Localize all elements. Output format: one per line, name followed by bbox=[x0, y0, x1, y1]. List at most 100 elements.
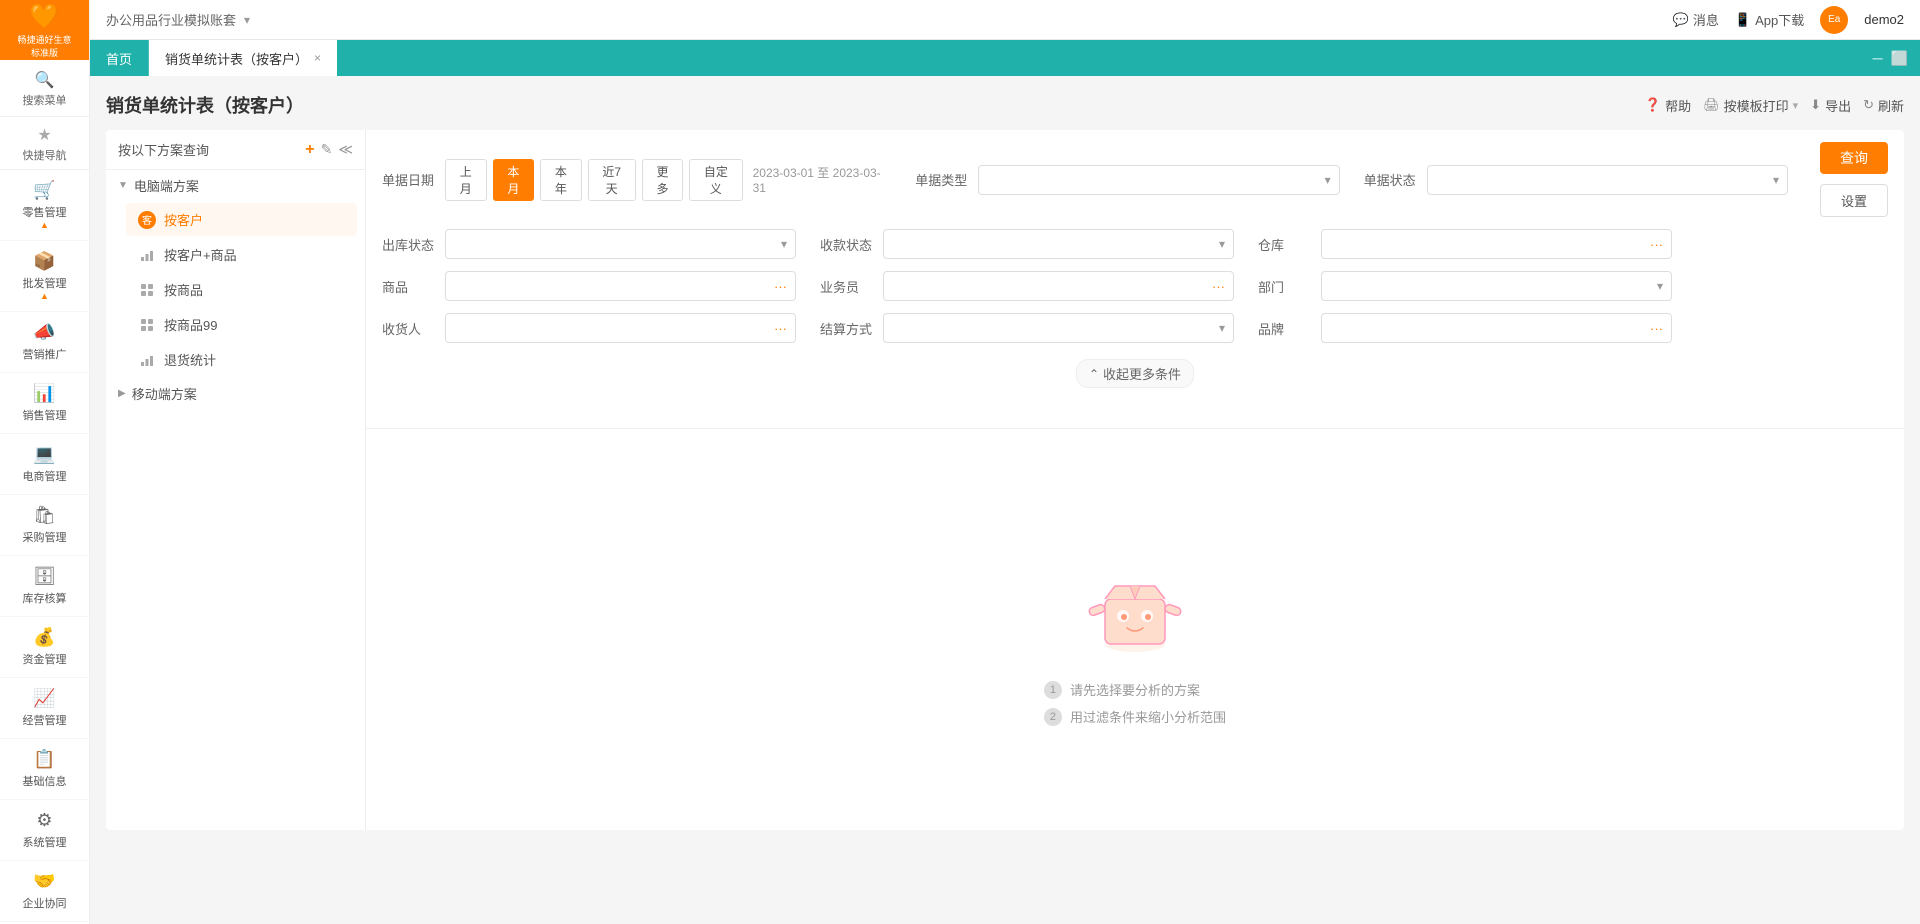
brand-input[interactable]: ··· bbox=[1321, 313, 1672, 343]
print-icon: 🖨 bbox=[1703, 97, 1720, 113]
purchase-icon: 🛍 bbox=[33, 505, 56, 526]
help-button[interactable]: ❓ 帮助 bbox=[1645, 96, 1691, 115]
message-button[interactable]: 💬 消息 bbox=[1673, 10, 1719, 29]
sidebar-item-system[interactable]: ⚙ 系统管理 bbox=[0, 800, 89, 861]
tab-report[interactable]: 销货单统计表（按客户） × bbox=[149, 40, 337, 76]
sidebar-item-sales[interactable]: 📊 销售管理 bbox=[0, 373, 89, 434]
doc-status-label: 单据状态 bbox=[1364, 170, 1419, 189]
goods-input[interactable]: ··· bbox=[445, 271, 796, 301]
tab-home[interactable]: 首页 bbox=[90, 40, 149, 76]
goods-field-label: 商品 bbox=[382, 277, 437, 296]
collapse-icon: ⌃ bbox=[1089, 367, 1099, 381]
sidebar-search[interactable]: 🔍 搜索菜单 bbox=[0, 60, 89, 117]
filter-row-3: 商品 ··· 业务员 ··· bbox=[382, 271, 1888, 301]
refresh-label: 刷新 bbox=[1878, 96, 1904, 115]
basic-label: 基础信息 bbox=[23, 773, 67, 789]
tab-close-icon[interactable]: × bbox=[314, 51, 321, 65]
scheme-panel: 按以下方案查询 + ✎ ≪ ▼ 电脑端方案 客 bbox=[106, 130, 366, 830]
sidebar-item-purchase[interactable]: 🛍 采购管理 bbox=[0, 495, 89, 556]
date-btn-more[interactable]: 更多 bbox=[642, 159, 684, 201]
out-status-label: 出库状态 bbox=[382, 235, 437, 254]
sidebar-item-collab[interactable]: 🤝 企业协同 bbox=[0, 861, 89, 922]
receiver-input[interactable]: ··· bbox=[445, 313, 796, 343]
brand-field: 品牌 ··· bbox=[1258, 313, 1672, 343]
scheme-collapse-icon[interactable]: ≪ bbox=[338, 141, 353, 158]
date-btn-last-month[interactable]: 上月 bbox=[445, 159, 487, 201]
out-status-select[interactable]: ▾ bbox=[445, 229, 796, 259]
staff-label: 业务员 bbox=[820, 277, 875, 296]
scheme-panel-header: 按以下方案查询 + ✎ ≪ bbox=[106, 130, 365, 170]
scheme-item-return[interactable]: 退货统计 bbox=[126, 343, 357, 376]
goods-dots-icon: ··· bbox=[774, 279, 787, 294]
filter-row-actions: ⌃ 收起更多条件 bbox=[382, 359, 1888, 388]
scheme-edit-icon[interactable]: ✎ bbox=[321, 141, 333, 158]
receive-status-arrow-icon: ▾ bbox=[1219, 237, 1225, 251]
scheme-item-goods[interactable]: 按商品 bbox=[126, 273, 357, 306]
sidebar-item-basic[interactable]: 📋 基础信息 bbox=[0, 739, 89, 800]
staff-input[interactable]: ··· bbox=[883, 271, 1234, 301]
topbar-left: 办公用品行业模拟账套 ▾ bbox=[106, 10, 250, 29]
doc-status-select[interactable]: ▾ bbox=[1427, 165, 1788, 195]
refresh-button[interactable]: ↻ 刷新 bbox=[1863, 96, 1904, 115]
refresh-icon: ↻ bbox=[1863, 97, 1874, 113]
date-group: 上月 本月 本年 近7天 更多 自定义 2023-03-01 至 2023-03… bbox=[445, 159, 891, 201]
settings-button[interactable]: 设置 bbox=[1820, 184, 1888, 217]
query-button[interactable]: 查询 bbox=[1820, 142, 1888, 174]
doc-type-field: 单据类型 ▾ bbox=[915, 165, 1339, 195]
date-btn-7days[interactable]: 近7天 bbox=[588, 159, 636, 201]
sidebar-logo: 🧡 畅捷通好生意 标准版 bbox=[0, 0, 90, 60]
settle-field: 结算方式 ▾ bbox=[820, 313, 1234, 343]
collab-label: 企业协同 bbox=[23, 895, 67, 911]
receive-status-label: 收款状态 bbox=[820, 235, 875, 254]
filter-separator bbox=[366, 428, 1904, 429]
sidebar-item-stock[interactable]: 🗄 库存核算 bbox=[0, 556, 89, 617]
purchase-label: 采购管理 bbox=[23, 529, 67, 545]
sidebar-item-ecom[interactable]: 💻 电商管理 bbox=[0, 434, 89, 495]
print-button[interactable]: 🖨 按模板打印 ▾ bbox=[1703, 96, 1798, 115]
sidebar-item-finance[interactable]: 💰 资金管理 bbox=[0, 617, 89, 678]
mobile-arrow-icon: ▶ bbox=[118, 388, 126, 399]
dept-select[interactable]: ▾ bbox=[1321, 271, 1672, 301]
page-actions: ❓ 帮助 🖨 按模板打印 ▾ ⬇ 导出 ↻ 刷新 bbox=[1645, 96, 1904, 115]
receive-status-select[interactable]: ▾ bbox=[883, 229, 1234, 259]
tab-min-icon[interactable]: ─ bbox=[1873, 50, 1883, 66]
sidebar-item-operation[interactable]: 📈 经营管理 bbox=[0, 678, 89, 739]
finance-label: 资金管理 bbox=[23, 651, 67, 667]
page-header: 销货单统计表（按客户） ❓ 帮助 🖨 按模板打印 ▾ ⬇ 导出 ↻ 刷新 bbox=[106, 92, 1904, 118]
sidebar-quick[interactable]: ★ 快捷导航 bbox=[0, 117, 89, 170]
doc-type-select[interactable]: ▾ bbox=[978, 165, 1339, 195]
app-download-button[interactable]: 📱 App下载 bbox=[1735, 10, 1804, 29]
scheme-add-icon[interactable]: + bbox=[305, 141, 314, 159]
tab-max-icon[interactable]: ⬜ bbox=[1891, 50, 1908, 67]
tab-home-label: 首页 bbox=[106, 49, 132, 68]
warehouse-input[interactable]: ··· bbox=[1321, 229, 1672, 259]
doc-type-arrow-icon: ▾ bbox=[1325, 173, 1331, 187]
logo-sub: 标准版 bbox=[31, 46, 58, 59]
scheme-item-customer-goods[interactable]: 按客户+商品 bbox=[126, 238, 357, 271]
settle-select[interactable]: ▾ bbox=[883, 313, 1234, 343]
ecom-icon: 💻 bbox=[33, 444, 55, 465]
query-actions: 查询 设置 bbox=[1804, 142, 1888, 217]
scheme-item-goods99[interactable]: 按商品99 bbox=[126, 308, 357, 341]
scheme-item-customer[interactable]: 客 按客户 bbox=[126, 203, 357, 236]
date-btn-this-year[interactable]: 本年 bbox=[540, 159, 582, 201]
export-button[interactable]: ⬇ 导出 bbox=[1810, 96, 1851, 115]
print-dropdown-icon[interactable]: ▾ bbox=[1793, 99, 1799, 112]
date-btn-this-month[interactable]: 本月 bbox=[493, 159, 535, 201]
sidebar-item-marketing[interactable]: 📣 营销推广 bbox=[0, 312, 89, 373]
logo-text: 畅捷通好生意 bbox=[17, 33, 71, 46]
sidebar-search-label: 搜索菜单 bbox=[23, 92, 67, 108]
desktop-category[interactable]: ▼ 电脑端方案 bbox=[106, 170, 365, 201]
receiver-dots-icon: ··· bbox=[774, 321, 787, 336]
date-btn-custom[interactable]: 自定义 bbox=[689, 159, 742, 201]
settle-label: 结算方式 bbox=[820, 319, 875, 338]
mobile-category[interactable]: ▶ 移动端方案 bbox=[106, 378, 365, 409]
dept-label: 部门 bbox=[1258, 277, 1313, 296]
industry-dropdown-icon[interactable]: ▾ bbox=[244, 13, 250, 27]
export-icon: ⬇ bbox=[1810, 97, 1821, 113]
sidebar-item-wholesale[interactable]: 📦 批发管理 ▲ bbox=[0, 241, 89, 312]
sidebar-item-retail[interactable]: 🛒 零售管理 ▲ bbox=[0, 170, 89, 241]
collapse-button[interactable]: ⌃ 收起更多条件 bbox=[1076, 359, 1194, 388]
logo-icon: 🧡 bbox=[30, 2, 60, 31]
username[interactable]: demo2 bbox=[1864, 12, 1904, 27]
